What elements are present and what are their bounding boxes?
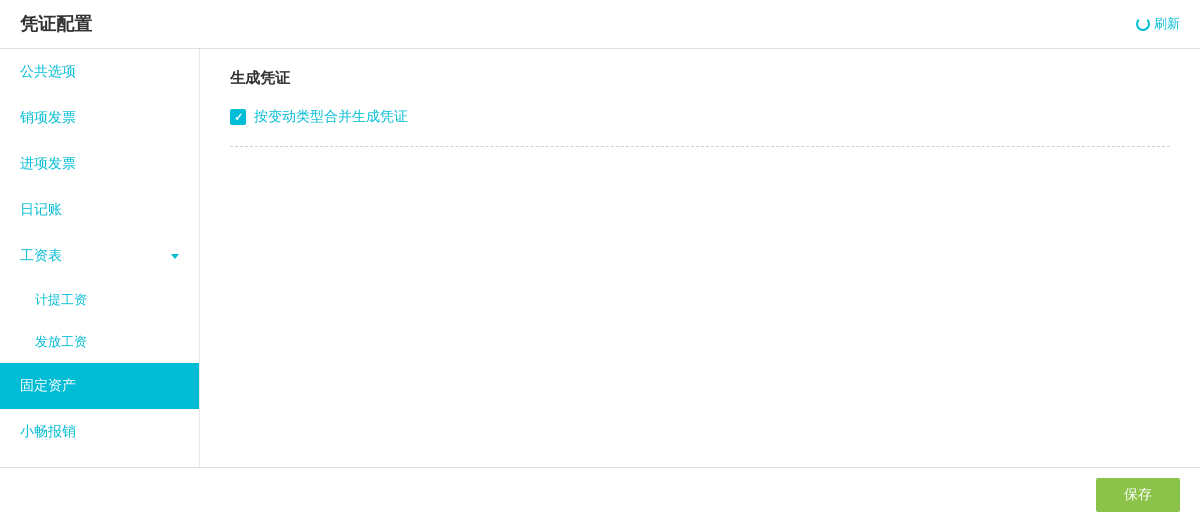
refresh-icon bbox=[1136, 17, 1150, 31]
sidebar-item-payroll[interactable]: 工资表 bbox=[0, 233, 199, 279]
sidebar-item-label: 进项发票 bbox=[20, 155, 76, 173]
footer: 保存 bbox=[0, 467, 1200, 522]
sidebar: 公共选项销项发票进项发票日记账工资表计提工资发放工资固定资产小畅报销 bbox=[0, 49, 200, 467]
sidebar-item-journal[interactable]: 日记账 bbox=[0, 187, 199, 233]
sidebar-item-label: 小畅报销 bbox=[20, 423, 76, 441]
sidebar-item-public-options[interactable]: 公共选项 bbox=[0, 49, 199, 95]
sidebar-item-label: 计提工资 bbox=[35, 292, 87, 307]
sidebar-item-label: 工资表 bbox=[20, 247, 62, 265]
header: 凭证配置 刷新 bbox=[0, 0, 1200, 49]
sidebar-item-label: 发放工资 bbox=[35, 334, 87, 349]
checkbox-label[interactable]: 按变动类型合并生成凭证 bbox=[254, 108, 408, 126]
sidebar-item-purchase-invoice[interactable]: 进项发票 bbox=[0, 141, 199, 187]
body: 公共选项销项发票进项发票日记账工资表计提工资发放工资固定资产小畅报销 生成凭证 … bbox=[0, 49, 1200, 467]
sidebar-sub-item-payroll-distribution[interactable]: 发放工资 bbox=[0, 321, 199, 363]
sidebar-item-sales-invoice[interactable]: 销项发票 bbox=[0, 95, 199, 141]
sidebar-item-label: 公共选项 bbox=[20, 63, 76, 81]
sidebar-item-expense-reimbursement[interactable]: 小畅报销 bbox=[0, 409, 199, 455]
chevron-down-icon bbox=[171, 254, 179, 259]
save-button[interactable]: 保存 bbox=[1096, 478, 1180, 512]
refresh-button[interactable]: 刷新 bbox=[1136, 15, 1180, 33]
refresh-label: 刷新 bbox=[1154, 15, 1180, 33]
sidebar-sub-item-accrual-wages[interactable]: 计提工资 bbox=[0, 279, 199, 321]
sidebar-item-label: 日记账 bbox=[20, 201, 62, 219]
checkbox-row: ✓ 按变动类型合并生成凭证 bbox=[230, 108, 1170, 126]
main-content: 生成凭证 ✓ 按变动类型合并生成凭证 bbox=[200, 49, 1200, 467]
page-title: 凭证配置 bbox=[20, 12, 92, 36]
divider bbox=[230, 146, 1170, 147]
sidebar-item-label: 销项发票 bbox=[20, 109, 76, 127]
section-title: 生成凭证 bbox=[230, 69, 1170, 88]
sidebar-item-fixed-assets[interactable]: 固定资产 bbox=[0, 363, 199, 409]
sidebar-item-label: 固定资产 bbox=[20, 377, 76, 395]
check-mark: ✓ bbox=[234, 111, 243, 124]
merge-by-type-checkbox[interactable]: ✓ bbox=[230, 109, 246, 125]
page-wrapper: 凭证配置 刷新 公共选项销项发票进项发票日记账工资表计提工资发放工资固定资产小畅… bbox=[0, 0, 1200, 522]
